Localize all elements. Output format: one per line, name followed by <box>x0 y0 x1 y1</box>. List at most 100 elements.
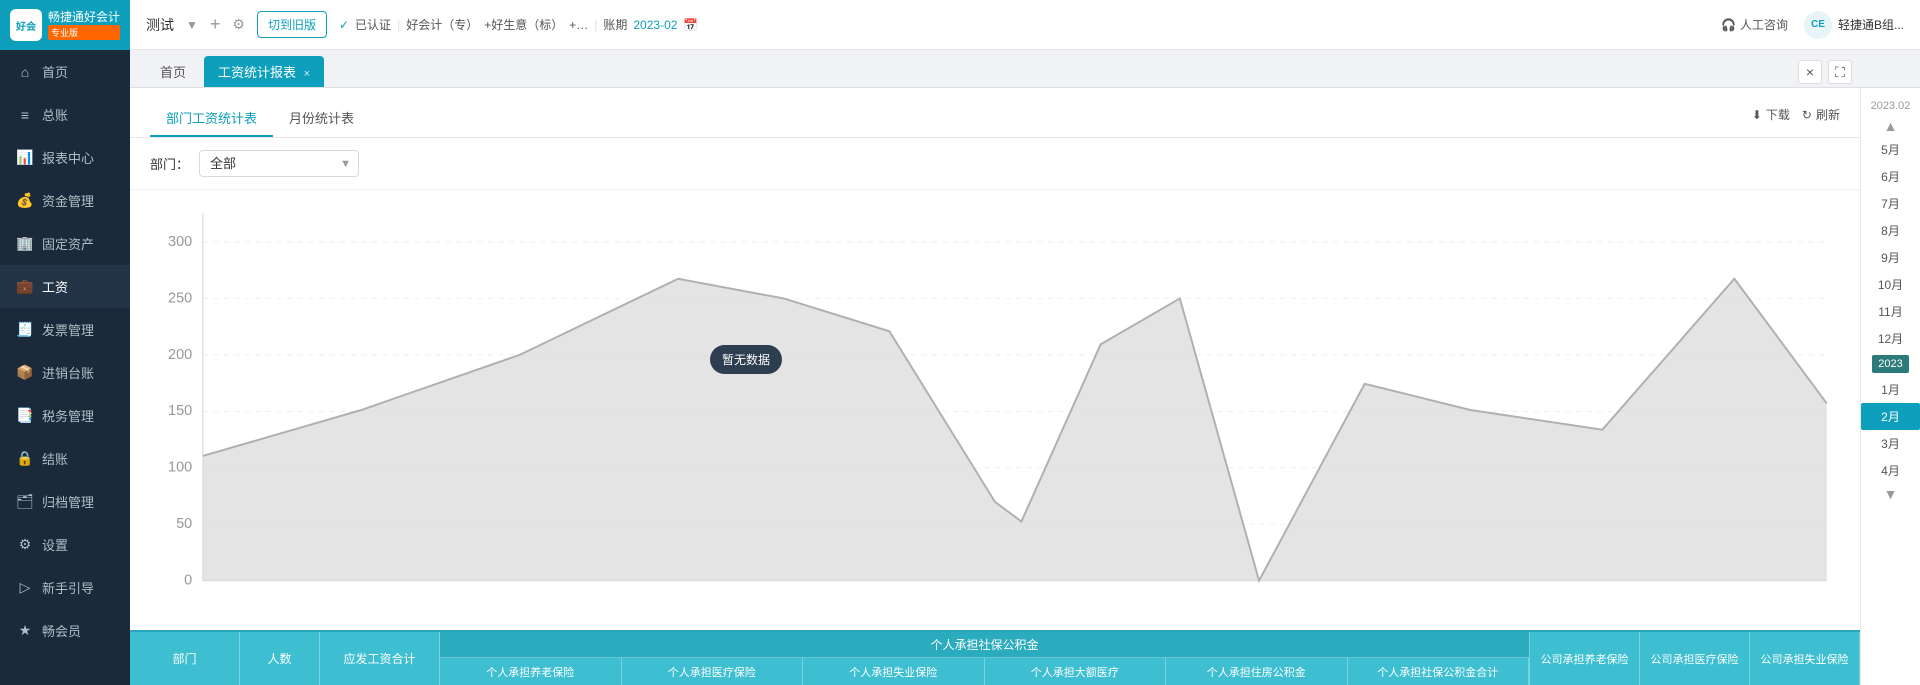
side-panel: 2023.02 ▲ 5月 6月 7月 8月 9月 10月 11月 12月 202… <box>1860 88 1920 685</box>
status-certified: 已认证 <box>355 16 391 33</box>
sidebar-item-home[interactable]: ⌂ 首页 <box>0 50 130 93</box>
logo-text-area: 畅捷通好会计 专业版 <box>48 10 120 41</box>
tabbar: 首页 工资统计报表 × <box>130 50 1920 88</box>
col-group-personal: 个人承担社保公积金 个人承担养老保险 个人承担医疗保险 个人承担失业保险 个人承… <box>440 632 1530 685</box>
sidebar-item-assets[interactable]: 🏢 固定资产 <box>0 222 130 265</box>
salary-icon: 💼 <box>16 278 34 295</box>
sidebar-item-member[interactable]: ★ 畅会员 <box>0 609 130 652</box>
side-panel-down-btn[interactable]: ▼ <box>1882 484 1900 504</box>
sidebar-item-tax-label: 税务管理 <box>42 406 94 425</box>
sidebar-item-home-label: 首页 <box>42 62 68 81</box>
calendar-icon[interactable]: 📅 <box>683 18 698 32</box>
sidebar-item-guide[interactable]: ▷ 新手引导 <box>0 566 130 609</box>
side-panel-may[interactable]: 5月 <box>1861 136 1920 163</box>
switch-old-btn[interactable]: 切到旧版 <box>257 11 327 38</box>
side-panel-nov[interactable]: 11月 <box>1861 298 1920 325</box>
status-sep1: | <box>397 18 400 32</box>
status-type: 好会计（专） <box>406 16 478 33</box>
side-panel-oct[interactable]: 10月 <box>1861 271 1920 298</box>
refresh-btn[interactable]: ↻ 刷新 <box>1802 106 1840 123</box>
col-total-salary: 应发工资合计 <box>320 632 440 685</box>
sidebar-item-tax[interactable]: 📑 税务管理 <box>0 394 130 437</box>
sidebar-menu: ⌂ 首页 ≡ 总账 📊 报表中心 💰 资金管理 🏢 固定资产 💼 工资 🧾 发票… <box>0 50 130 685</box>
sidebar-item-salary-label: 工资 <box>42 277 68 296</box>
ledger-icon: ≡ <box>16 107 34 123</box>
svg-text:250: 250 <box>168 290 192 306</box>
sub-tab-dept[interactable]: 部门工资统计表 <box>150 100 273 137</box>
status-extra2: +… <box>569 18 588 32</box>
sub-tab-month[interactable]: 月份统计表 <box>273 100 370 137</box>
filter-label: 部门： <box>150 154 189 173</box>
sidebar-item-close-account[interactable]: 🔒 结账 <box>0 437 130 480</box>
side-panel-aug[interactable]: 8月 <box>1861 217 1920 244</box>
side-panel-apr[interactable]: 4月 <box>1861 457 1920 484</box>
tab-close-btn[interactable]: × <box>304 68 310 80</box>
side-panel-feb[interactable]: 2月 <box>1861 403 1920 430</box>
refresh-icon: ↻ <box>1802 108 1812 122</box>
sidebar-item-settings[interactable]: ⚙ 设置 <box>0 523 130 566</box>
user-area: CE 轻捷通B组... <box>1804 11 1904 39</box>
side-panel-jul[interactable]: 7月 <box>1861 190 1920 217</box>
sidebar-item-archive[interactable]: 🗂 归档管理 <box>0 480 130 523</box>
chart-area: 0 50 100 150 200 250 300 暂无数据 <box>130 190 1860 630</box>
username: 轻捷通B组... <box>1838 16 1904 33</box>
dept-filter[interactable]: 全部 行政部 财务部 销售部 技术部 <box>199 150 359 177</box>
col-company-pension: 公司承担养老保险 <box>1530 632 1640 685</box>
status-certified-icon: ✓ <box>339 18 349 32</box>
side-panel-up-btn[interactable]: ▲ <box>1882 116 1900 136</box>
topbar-settings-icon[interactable]: ⚙ <box>232 16 245 33</box>
home-icon: ⌂ <box>16 64 34 80</box>
service-label: 人工咨询 <box>1740 16 1788 33</box>
salary-chart: 0 50 100 150 200 250 300 <box>150 200 1840 620</box>
col-personal-housing-fund: 个人承担住房公积金 <box>1166 658 1348 685</box>
side-panel-sep[interactable]: 9月 <box>1861 244 1920 271</box>
tax-icon: 📑 <box>16 407 34 424</box>
svg-text:50: 50 <box>176 516 192 532</box>
side-panel-dec[interactable]: 12月 <box>1861 325 1920 352</box>
settings-icon: ⚙ <box>16 536 34 553</box>
status-period-value: 2023-02 <box>633 18 677 32</box>
content-main: 部门工资统计表 月份统计表 ⬇ 下载 ↻ 刷新 部门： <box>130 88 1860 685</box>
side-panel-jan[interactable]: 1月 <box>1861 376 1920 403</box>
sidebar-item-ledger[interactable]: ≡ 总账 <box>0 93 130 136</box>
tab-salary-report[interactable]: 工资统计报表 × <box>204 56 324 87</box>
side-panel-mar[interactable]: 3月 <box>1861 430 1920 457</box>
sidebar-item-invoices[interactable]: 🧾 发票管理 <box>0 308 130 351</box>
sidebar-item-funds[interactable]: 💰 资金管理 <box>0 179 130 222</box>
col-personal-pension: 个人承担养老保险 <box>440 658 622 685</box>
sidebar: 好会 畅捷通好会计 专业版 ⌂ 首页 ≡ 总账 📊 报表中心 💰 资金管理 🏢 … <box>0 0 130 685</box>
sidebar-item-inventory[interactable]: 📦 进销台账 <box>0 351 130 394</box>
topbar-add-icon[interactable]: + <box>210 14 221 35</box>
table-header: 部门 人数 应发工资合计 个人承担社保公积金 个人承担养老保险 个人承担医疗 <box>130 630 1860 685</box>
col-group-subs: 个人承担养老保险 个人承担医疗保险 个人承担失业保险 个人承担大额医疗 个人承担 <box>440 658 1529 685</box>
archive-icon: 🗂 <box>16 493 34 510</box>
side-panel-jun[interactable]: 6月 <box>1861 163 1920 190</box>
col-personal-medical: 个人承担医疗保险 <box>622 658 804 685</box>
sidebar-item-settings-label: 设置 <box>42 535 68 554</box>
logo-area: 好会 畅捷通好会计 专业版 <box>0 0 130 50</box>
sidebar-item-inventory-label: 进销台账 <box>42 363 94 382</box>
col-company-medical: 公司承担医疗保险 <box>1640 632 1750 685</box>
sidebar-item-salary[interactable]: 💼 工资 <box>0 265 130 308</box>
tab-home[interactable]: 首页 <box>146 56 200 87</box>
col-dept: 部门 <box>130 632 240 685</box>
sub-tabs: 部门工资统计表 月份统计表 ⬇ 下载 ↻ 刷新 <box>130 88 1860 138</box>
sidebar-item-guide-label: 新手引导 <box>42 578 94 597</box>
sidebar-item-reports[interactable]: 📊 报表中心 <box>0 136 130 179</box>
status-sep2: | <box>594 18 597 32</box>
download-btn[interactable]: ⬇ 下载 <box>1752 106 1790 123</box>
col-count: 人数 <box>240 632 320 685</box>
topbar-right: 🎧 人工咨询 CE 轻捷通B组... <box>1721 11 1904 39</box>
headset-icon: 🎧 <box>1721 18 1736 32</box>
funds-icon: 💰 <box>16 192 34 209</box>
sidebar-item-invoices-label: 发票管理 <box>42 320 94 339</box>
reports-icon: 📊 <box>16 149 34 166</box>
dept-filter-wrapper: 全部 行政部 财务部 销售部 技术部 ▼ <box>199 150 359 177</box>
logo-title: 畅捷通好会计 <box>48 10 120 26</box>
invoices-icon: 🧾 <box>16 321 34 338</box>
sidebar-item-ledger-label: 总账 <box>42 105 68 124</box>
col-personal-major-medical: 个人承担大额医疗 <box>985 658 1167 685</box>
topbar-status: ✓ 已认证 | 好会计（专） +好生意（标） +… | 账期 2023-02 📅 <box>339 16 698 33</box>
service-btn[interactable]: 🎧 人工咨询 <box>1721 16 1788 33</box>
side-panel-year-2023[interactable]: 2023 <box>1872 355 1908 373</box>
